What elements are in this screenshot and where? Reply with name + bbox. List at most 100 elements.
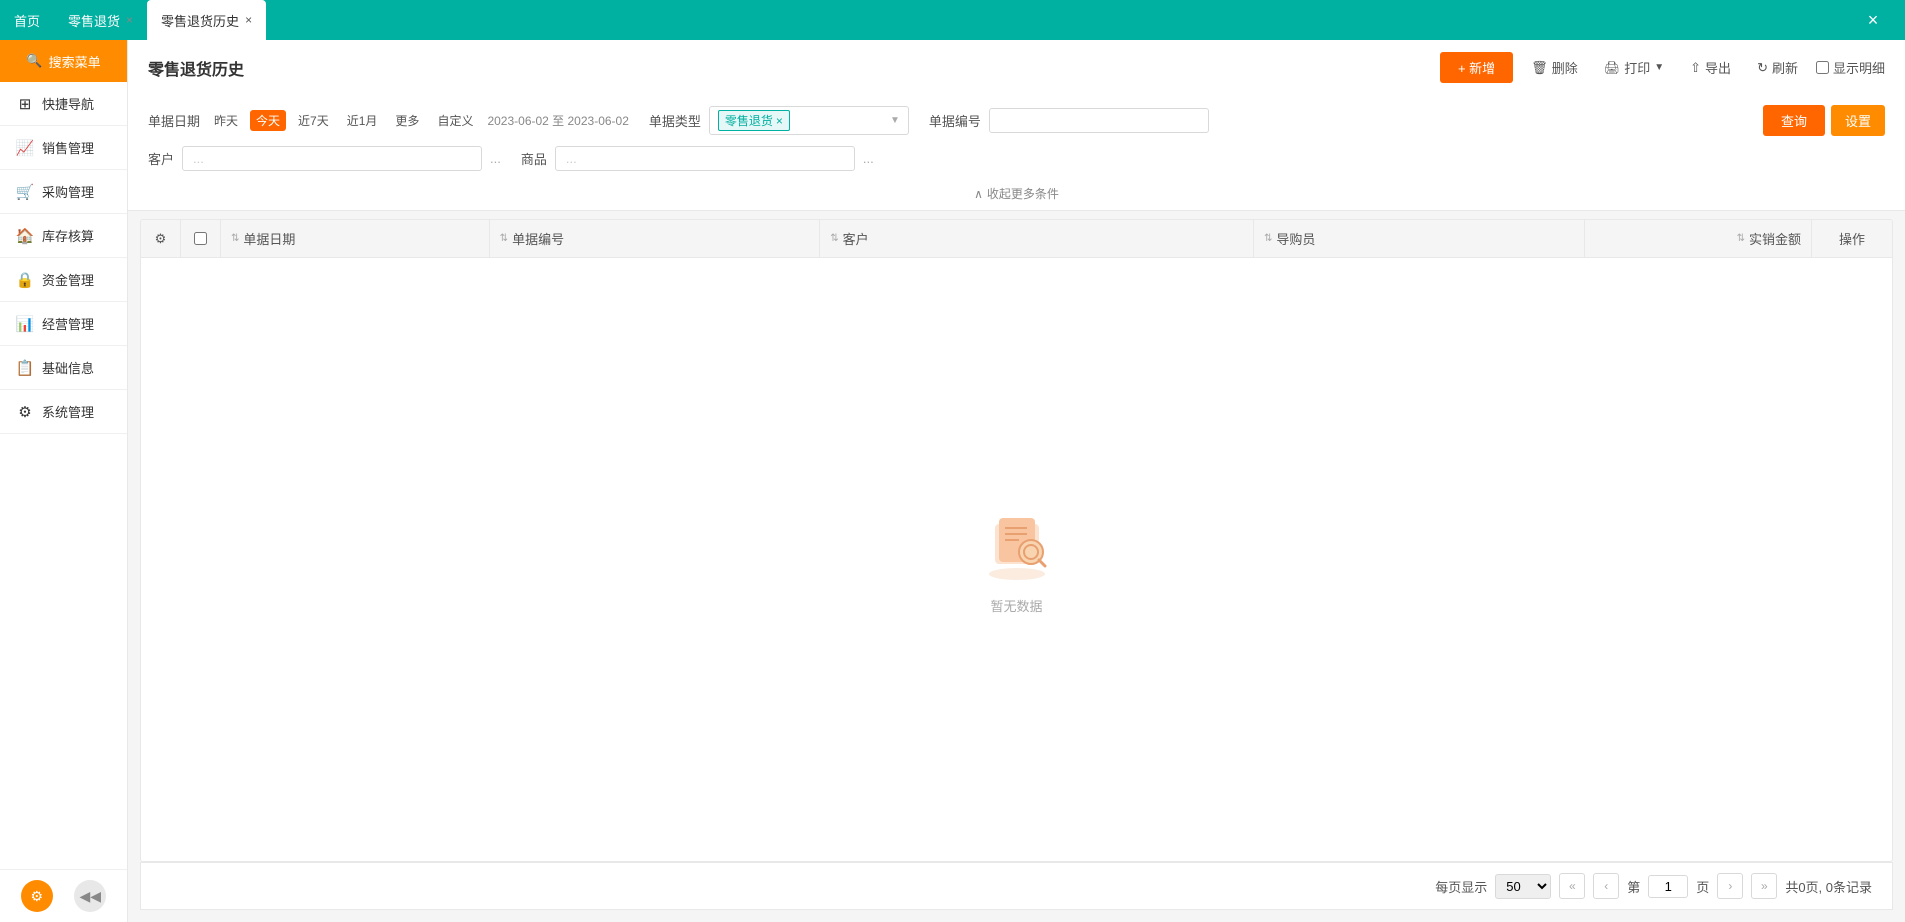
sidebar-item-sales-mgmt[interactable]: 📈 销售管理 bbox=[0, 126, 127, 170]
per-page-select[interactable]: 50 10 20 100 bbox=[1495, 874, 1551, 899]
last-page-button[interactable]: » bbox=[1751, 873, 1777, 899]
doc-type-tag-close[interactable]: × bbox=[776, 114, 783, 128]
date-btn-custom[interactable]: 自定义 bbox=[431, 110, 479, 131]
content-area: 零售退货历史 + 新增 🗑 删除 🖨 打印 ▼ ⇧ 导出 bbox=[128, 40, 1905, 922]
collapse-icon: ∧ bbox=[974, 187, 983, 201]
query-button[interactable]: 查询 bbox=[1763, 105, 1825, 136]
inventory-icon: 🏠 bbox=[16, 227, 34, 245]
page-number-input[interactable] bbox=[1648, 875, 1688, 898]
page-unit: 页 bbox=[1696, 877, 1709, 896]
goods-input[interactable] bbox=[555, 146, 855, 171]
print-chevron-icon: ▼ bbox=[1654, 62, 1664, 73]
page-title-row: 零售退货历史 + 新增 🗑 删除 🖨 打印 ▼ ⇧ 导出 bbox=[148, 52, 1885, 83]
search-icon: 🔍 bbox=[26, 53, 42, 69]
page-label: 第 bbox=[1627, 877, 1640, 896]
refresh-button[interactable]: ↻ 刷新 bbox=[1749, 54, 1806, 81]
delete-icon: 🗑 bbox=[1531, 60, 1548, 76]
sidebar-settings-button[interactable]: ⚙ bbox=[21, 880, 53, 912]
page-header: 零售退货历史 + 新增 🗑 删除 🖨 打印 ▼ ⇧ 导出 bbox=[128, 40, 1905, 211]
th-settings[interactable]: ⚙ bbox=[141, 220, 181, 257]
sidebar-item-quick-nav[interactable]: ⊞ 快捷导航 bbox=[0, 82, 127, 126]
th-action: 操作 bbox=[1812, 220, 1892, 257]
doc-type-chevron-icon: ▼ bbox=[890, 115, 900, 126]
select-all-checkbox[interactable] bbox=[194, 232, 207, 245]
date-range-display: 2023-06-02 至 2023-06-02 bbox=[487, 112, 628, 129]
action-buttons: 查询 设置 bbox=[1763, 105, 1885, 136]
next-page-button[interactable]: › bbox=[1717, 873, 1743, 899]
customer-browse-icon[interactable]: ... bbox=[490, 151, 501, 166]
th-customer[interactable]: ⇅ 客户 bbox=[820, 220, 1254, 257]
empty-illustration bbox=[977, 504, 1057, 584]
prev-page-button[interactable]: ‹ bbox=[1593, 873, 1619, 899]
sidebar-item-purchase-mgmt[interactable]: 🛒 采购管理 bbox=[0, 170, 127, 214]
toolbar: + 新增 🗑 删除 🖨 打印 ▼ ⇧ 导出 ↻ bbox=[1440, 52, 1885, 83]
date-buttons: 昨天 今天 近7天 近1月 更多 自定义 bbox=[208, 110, 479, 131]
tab-return[interactable]: 零售退货 × bbox=[54, 0, 147, 40]
sidebar-bottom: ⚙ ◀◀ bbox=[0, 869, 127, 922]
sidebar-audio-button[interactable]: ◀◀ bbox=[74, 880, 106, 912]
goods-browse-icon[interactable]: ... bbox=[863, 151, 874, 166]
gear-icon: ⚙ bbox=[155, 231, 167, 247]
customer-filter-group: 客户 ... bbox=[148, 146, 501, 171]
export-icon: ⇧ bbox=[1690, 60, 1701, 76]
tab-history[interactable]: 零售退货历史 × bbox=[147, 0, 266, 40]
table-header: ⚙ ⇅ 单据日期 ⇅ 单据编号 ⇅ 客户 ⇅ bbox=[141, 220, 1892, 258]
table-body: 暂无数据 bbox=[141, 258, 1892, 861]
refresh-icon: ↻ bbox=[1757, 60, 1768, 76]
filter-row-1: 单据日期 昨天 今天 近7天 近1月 更多 自定义 2023-06-02 至 2… bbox=[148, 105, 1885, 136]
tab-return-close[interactable]: × bbox=[126, 13, 133, 27]
doc-no-input[interactable] bbox=[989, 108, 1209, 133]
display-detail-input[interactable] bbox=[1816, 61, 1829, 74]
sidebar-item-system-mgmt[interactable]: ⚙ 系统管理 bbox=[0, 390, 127, 434]
pagination-bar: 每页显示 50 10 20 100 « ‹ 第 页 › » 共0页, 0条记录 bbox=[140, 862, 1893, 910]
tab-home[interactable]: 首页 bbox=[0, 0, 54, 40]
collapse-bar[interactable]: ∧ 收起更多条件 bbox=[148, 181, 1885, 210]
window-close-button[interactable]: × bbox=[1857, 4, 1889, 36]
empty-state: 暂无数据 bbox=[977, 504, 1057, 615]
sort-no-icon: ⇅ bbox=[500, 233, 508, 244]
goods-filter-group: 商品 ... bbox=[521, 146, 874, 171]
date-btn-yesterday[interactable]: 昨天 bbox=[208, 110, 244, 131]
th-checkbox[interactable] bbox=[181, 220, 221, 257]
finance-icon: 🔒 bbox=[16, 271, 34, 289]
th-guide[interactable]: ⇅ 导购员 bbox=[1254, 220, 1585, 257]
top-bar-right: × bbox=[1857, 4, 1905, 36]
sidebar-item-operations[interactable]: 📊 经营管理 bbox=[0, 302, 127, 346]
export-button[interactable]: ⇧ 导出 bbox=[1682, 54, 1739, 81]
total-text: 共0页, 0条记录 bbox=[1785, 877, 1872, 896]
date-btn-today[interactable]: 今天 bbox=[250, 110, 286, 131]
purchase-icon: 🛒 bbox=[16, 183, 34, 201]
sidebar: 🔍 搜索菜单 ⊞ 快捷导航 📈 销售管理 🛒 采购管理 🏠 库存核算 🔒 资金管… bbox=[0, 40, 128, 922]
settings-button[interactable]: 设置 bbox=[1831, 105, 1885, 136]
customer-input[interactable] bbox=[182, 146, 482, 171]
page-title: 零售退货历史 bbox=[148, 56, 244, 80]
print-button[interactable]: 🖨 打印 ▼ bbox=[1596, 54, 1672, 81]
table-wrapper: ⚙ ⇅ 单据日期 ⇅ 单据编号 ⇅ 客户 ⇅ bbox=[140, 219, 1893, 862]
th-date[interactable]: ⇅ 单据日期 bbox=[221, 220, 490, 257]
first-page-button[interactable]: « bbox=[1559, 873, 1585, 899]
date-btn-7days[interactable]: 近7天 bbox=[292, 110, 335, 131]
date-btn-more[interactable]: 更多 bbox=[389, 110, 425, 131]
tab-history-close[interactable]: × bbox=[245, 13, 252, 27]
system-icon: ⚙ bbox=[16, 403, 34, 421]
sidebar-item-finance[interactable]: 🔒 资金管理 bbox=[0, 258, 127, 302]
per-page-label: 每页显示 bbox=[1435, 877, 1487, 896]
doc-type-select[interactable]: 零售退货 × ▼ bbox=[709, 106, 909, 135]
date-btn-1month[interactable]: 近1月 bbox=[341, 110, 384, 131]
th-amount[interactable]: ⇅ 实销金额 bbox=[1585, 220, 1812, 257]
doc-no-filter-group: 单据编号 bbox=[929, 108, 1209, 133]
th-no[interactable]: ⇅ 单据编号 bbox=[490, 220, 821, 257]
sort-date-icon: ⇅ bbox=[231, 233, 239, 244]
doc-type-tag: 零售退货 × bbox=[718, 110, 790, 131]
operations-icon: 📊 bbox=[16, 315, 34, 333]
sales-icon: 📈 bbox=[16, 139, 34, 157]
sort-guide-icon: ⇅ bbox=[1264, 233, 1272, 244]
top-bar: 首页 零售退货 × 零售退货历史 × × bbox=[0, 0, 1905, 40]
sidebar-item-base-info[interactable]: 📋 基础信息 bbox=[0, 346, 127, 390]
display-detail-checkbox[interactable]: 显示明细 bbox=[1816, 58, 1885, 77]
sidebar-item-inventory[interactable]: 🏠 库存核算 bbox=[0, 214, 127, 258]
sidebar-search[interactable]: 🔍 搜索菜单 bbox=[0, 40, 127, 82]
new-button[interactable]: + 新增 bbox=[1440, 52, 1513, 83]
date-filter-group: 单据日期 昨天 今天 近7天 近1月 更多 自定义 2023-06-02 至 2… bbox=[148, 110, 629, 131]
delete-button[interactable]: 🗑 删除 bbox=[1523, 54, 1586, 81]
